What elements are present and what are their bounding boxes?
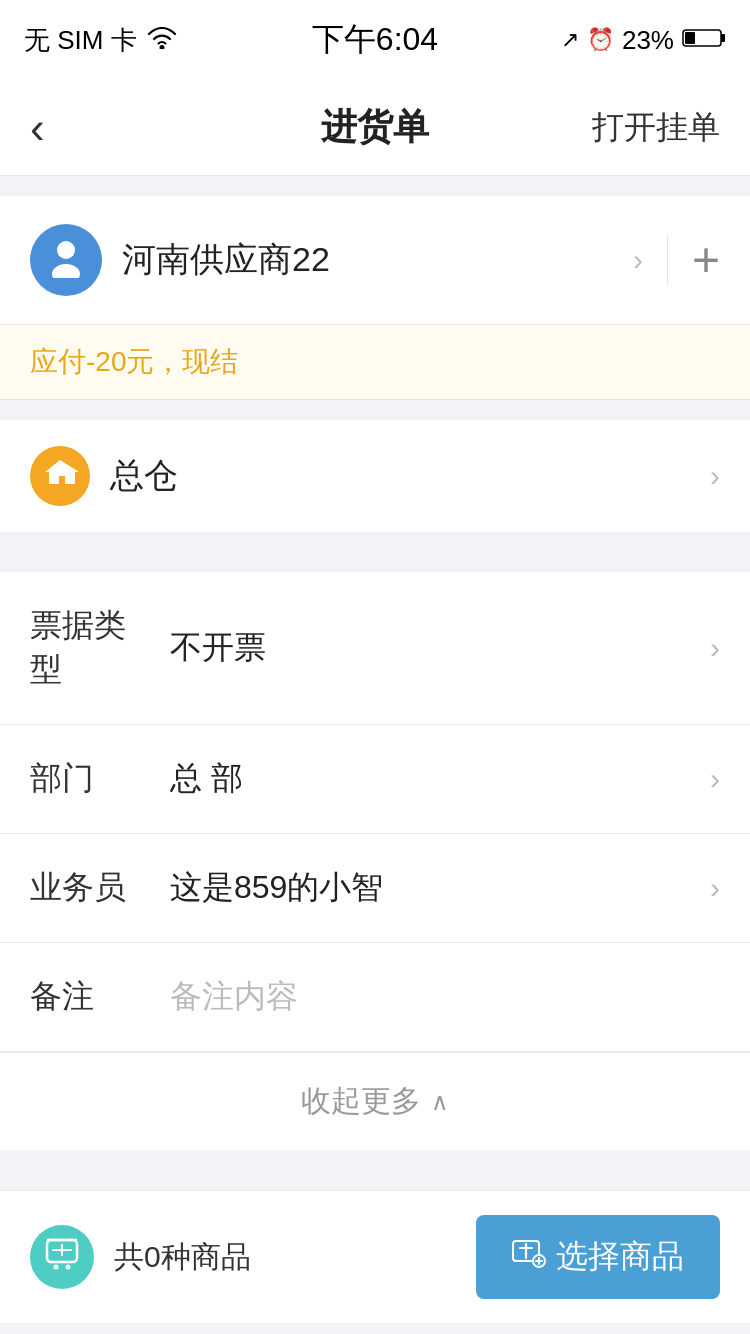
supplier-section: 河南供应商22 › + 应付-20元，现结 (0, 196, 750, 400)
house-icon (42, 456, 78, 496)
invoice-type-value: 不开票 (150, 626, 700, 670)
collapse-arrow-icon: ∧ (431, 1088, 449, 1116)
warehouse-section: 总仓 › (0, 420, 750, 532)
battery-text: 23% (622, 25, 674, 56)
svg-point-8 (66, 1265, 71, 1270)
warehouse-icon-bg (30, 446, 90, 506)
collapse-label: 收起更多 (301, 1081, 421, 1122)
salesperson-value: 这是859的小智 (150, 866, 700, 910)
svg-rect-1 (721, 34, 725, 42)
salesperson-chevron-icon: › (710, 871, 720, 905)
collapse-row[interactable]: 收起更多 ∧ (0, 1052, 750, 1150)
remark-row[interactable]: 备注 备注内容 (0, 943, 750, 1052)
department-chevron-icon: › (710, 762, 720, 796)
select-product-icon (512, 1239, 546, 1276)
nav-title: 进货单 (321, 103, 429, 152)
product-count-label: 共0种商品 (114, 1237, 476, 1278)
bottom-bar: 共0种商品 选择商品 (0, 1190, 750, 1323)
form-section: 票据类型 不开票 › 部门 总 部 › 业务员 这是859的小智 › 备注 备注… (0, 572, 750, 1150)
department-row[interactable]: 部门 总 部 › (0, 725, 750, 834)
supplier-name: 河南供应商22 (122, 237, 623, 283)
supplier-avatar (30, 224, 102, 296)
svg-point-4 (57, 241, 75, 259)
section-gap-2 (0, 400, 750, 420)
battery-icon (682, 25, 726, 56)
supplier-row[interactable]: 河南供应商22 › + (0, 196, 750, 325)
status-time: 下午6:04 (312, 18, 438, 62)
remark-input[interactable]: 备注内容 (150, 975, 720, 1019)
invoice-type-label: 票据类型 (30, 604, 150, 692)
salesperson-row[interactable]: 业务员 这是859的小智 › (0, 834, 750, 943)
back-button[interactable]: ‹ (30, 103, 45, 153)
salesperson-label: 业务员 (30, 866, 150, 910)
section-gap-4 (0, 1150, 750, 1170)
status-right: ↗ ⏰ 23% (561, 25, 726, 56)
avatar-person-icon (44, 234, 88, 286)
supplier-divider (667, 235, 668, 285)
warehouse-name: 总仓 (110, 453, 700, 499)
invoice-type-chevron-icon: › (710, 631, 720, 665)
section-gap-1 (0, 176, 750, 196)
remark-label: 备注 (30, 975, 150, 1019)
alarm-icon: ⏰ (587, 27, 614, 53)
supplier-chevron-icon: › (633, 243, 643, 277)
wifi-icon (147, 25, 177, 56)
open-pending-button[interactable]: 打开挂单 (592, 106, 720, 150)
location-icon: ↗ (561, 27, 579, 53)
page-container: 无 SIM 卡 下午6:04 ↗ ⏰ 23% (0, 0, 750, 1334)
supplier-notice: 应付-20元，现结 (0, 325, 750, 400)
warehouse-row[interactable]: 总仓 › (0, 420, 750, 532)
warehouse-chevron-icon: › (710, 459, 720, 493)
department-label: 部门 (30, 757, 150, 801)
svg-rect-2 (685, 32, 695, 44)
select-product-button[interactable]: 选择商品 (476, 1215, 720, 1299)
status-left: 无 SIM 卡 (24, 23, 177, 58)
carrier-text: 无 SIM 卡 (24, 23, 137, 58)
cart-icon (43, 1236, 81, 1278)
department-value: 总 部 (150, 757, 700, 801)
add-supplier-button[interactable]: + (692, 236, 720, 284)
section-gap-3 (0, 532, 750, 552)
nav-bar: ‹ 进货单 打开挂单 (0, 80, 750, 176)
status-bar: 无 SIM 卡 下午6:04 ↗ ⏰ 23% (0, 0, 750, 80)
svg-point-7 (54, 1265, 59, 1270)
invoice-type-row[interactable]: 票据类型 不开票 › (0, 572, 750, 725)
product-icon-bg (30, 1225, 94, 1289)
select-product-label: 选择商品 (556, 1235, 684, 1279)
